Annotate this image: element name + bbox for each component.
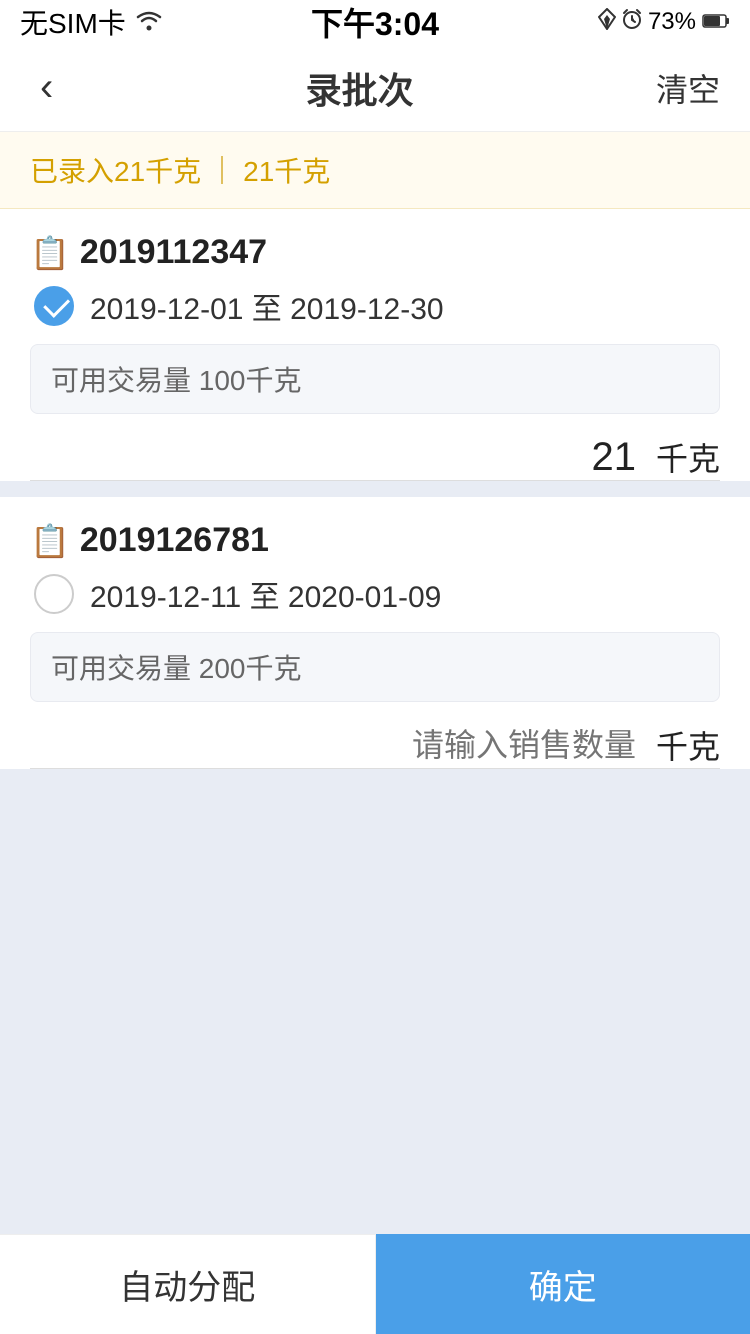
nav-title: 录批次 xyxy=(306,62,414,114)
batch-2-date-row: 2019-12-11 至 2020-01-09 xyxy=(30,572,720,616)
bottom-space xyxy=(0,769,750,1234)
batch-1-header: 📋 2019112347 xyxy=(30,233,720,272)
batch-1-checkbox[interactable] xyxy=(34,286,74,326)
battery-icon xyxy=(702,8,730,36)
batch-1-unit: 千克 xyxy=(656,434,720,480)
bottom-bar: 自动分配 确定 xyxy=(0,1234,750,1334)
battery-percent: 73% xyxy=(648,8,696,36)
batch-1-amount-row: 21 千克 xyxy=(30,414,720,480)
batch-1-available: 可用交易量 100千克 xyxy=(30,344,720,414)
info-value: 21千克 xyxy=(243,150,330,190)
batch-2-amount-row: 千克 xyxy=(30,702,720,768)
batch-2-amount-input[interactable] xyxy=(30,727,636,764)
batch-1-id: 2019112347 xyxy=(80,233,267,272)
batch-1-date: 2019-12-01 至 2019-12-30 xyxy=(90,284,444,328)
back-button[interactable]: ‹ xyxy=(30,55,63,120)
info-divider xyxy=(221,156,223,184)
batch-2-checkbox[interactable] xyxy=(34,574,74,614)
clear-button[interactable]: 清空 xyxy=(656,65,720,111)
status-left: 无SIM卡 xyxy=(20,2,164,42)
batch-1-amount: 21 xyxy=(591,435,636,480)
batch-2-unit: 千克 xyxy=(656,722,720,768)
section-divider xyxy=(0,481,750,497)
info-label: 已录入21千克 xyxy=(30,150,201,190)
batch-2-date: 2019-12-11 至 2020-01-09 xyxy=(90,572,441,616)
status-time: 下午3:04 xyxy=(311,0,439,45)
wifi-icon xyxy=(134,6,164,38)
alarm-icon xyxy=(622,8,642,37)
auto-distribute-button[interactable]: 自动分配 xyxy=(0,1234,376,1334)
nav-bar: ‹ 录批次 清空 xyxy=(0,44,750,132)
batch-1-icon: 📋 xyxy=(30,234,70,272)
batch-2-header: 📋 2019126781 xyxy=(30,521,720,560)
status-right: 73% xyxy=(598,8,730,37)
location-icon xyxy=(598,8,616,37)
batch-card-1: 📋 2019112347 2019-12-01 至 2019-12-30 可用交… xyxy=(0,209,750,481)
carrier-text: 无SIM卡 xyxy=(20,2,126,42)
info-bar: 已录入21千克 21千克 xyxy=(0,132,750,209)
batch-2-available: 可用交易量 200千克 xyxy=(30,632,720,702)
batch-card-2: 📋 2019126781 2019-12-11 至 2020-01-09 可用交… xyxy=(0,497,750,769)
batch-2-icon: 📋 xyxy=(30,522,70,560)
status-bar: 无SIM卡 下午3:04 73% xyxy=(0,0,750,44)
batch-2-id: 2019126781 xyxy=(80,521,269,560)
batch-1-date-row: 2019-12-01 至 2019-12-30 xyxy=(30,284,720,328)
confirm-button[interactable]: 确定 xyxy=(376,1234,750,1334)
